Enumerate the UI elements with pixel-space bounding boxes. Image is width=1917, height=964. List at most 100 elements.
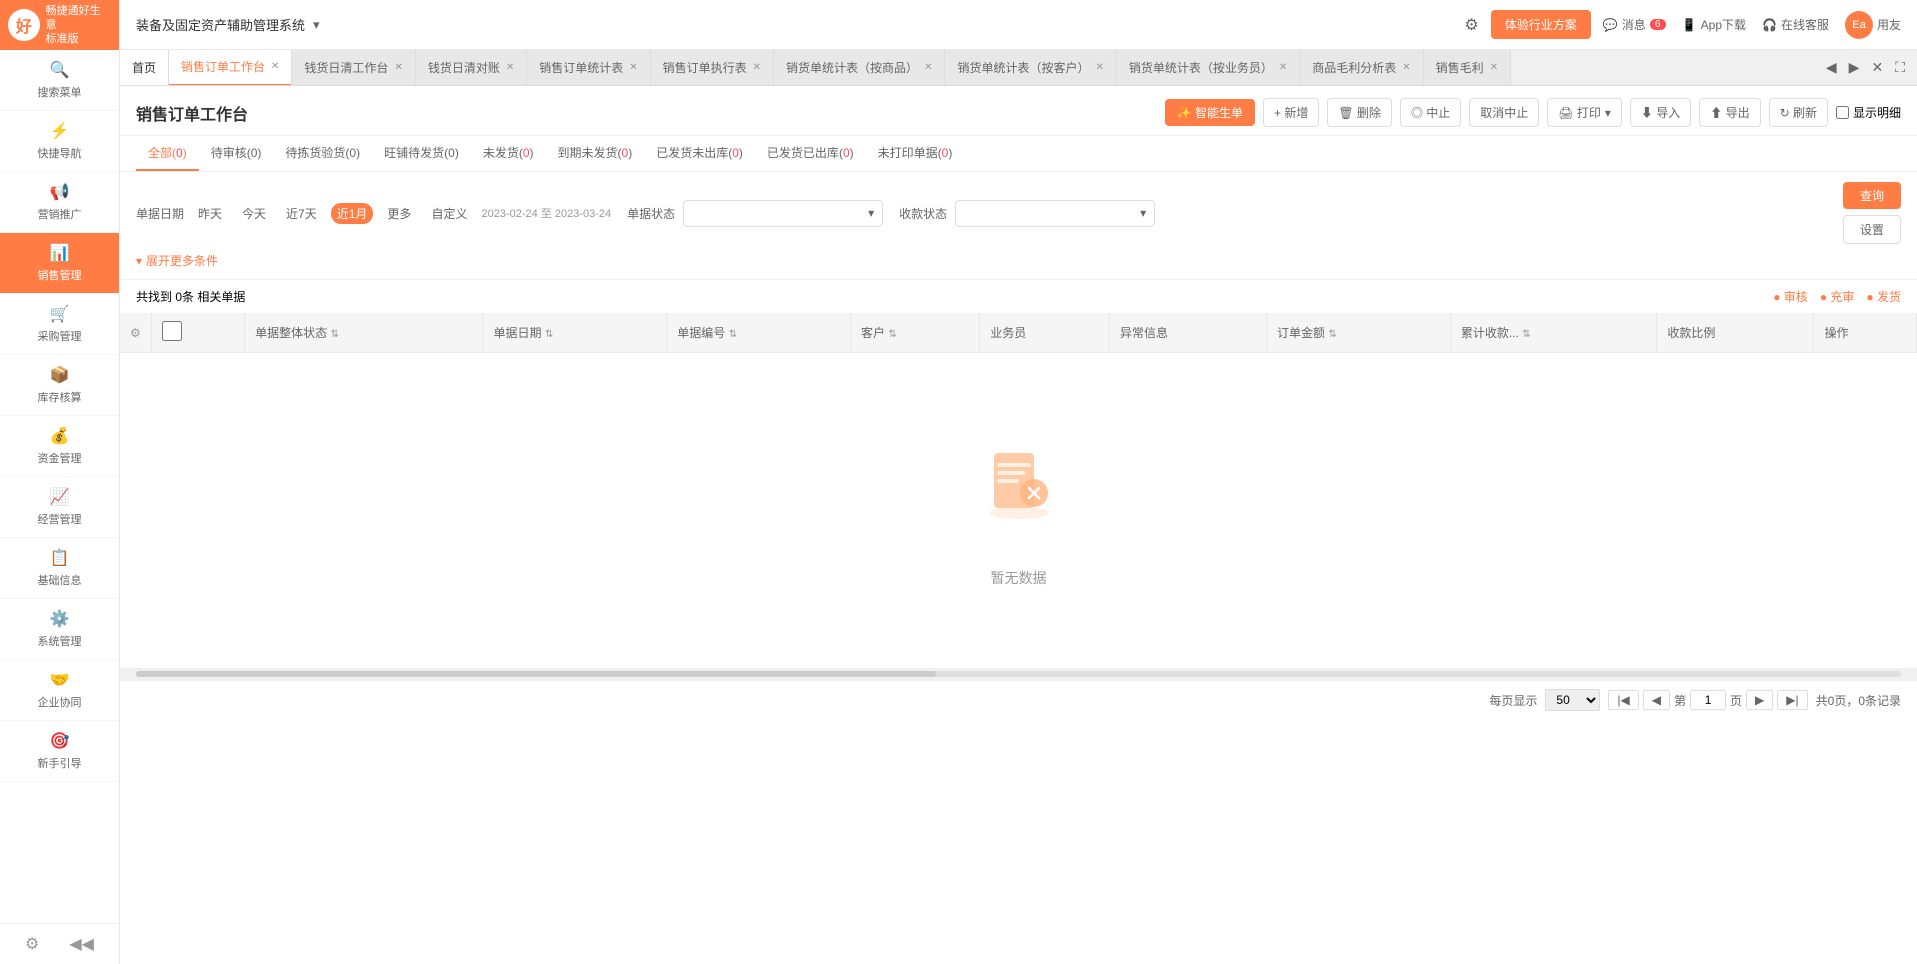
- page-prev-btn[interactable]: ◀: [1643, 690, 1670, 710]
- sidebar-item-sales[interactable]: 📊 销售管理: [0, 233, 119, 294]
- tab-sales-gross[interactable]: 销售毛利 ✕: [1424, 50, 1511, 86]
- tab-gross-profit-close[interactable]: ✕: [1402, 62, 1410, 73]
- sort-icon-date[interactable]: ⇅: [545, 329, 553, 340]
- sidebar-item-finance[interactable]: 💰 资金管理: [0, 416, 119, 477]
- tab-sales-workbench[interactable]: 销售订单工作台 ✕: [169, 50, 292, 86]
- show-detail-checkbox[interactable]: [1836, 106, 1849, 119]
- tab-sales-exec-close[interactable]: ✕: [753, 62, 761, 73]
- page-next-btn[interactable]: ▶: [1746, 690, 1773, 710]
- col-checkbox[interactable]: [151, 313, 244, 353]
- tab-sales-gross-close[interactable]: ✕: [1490, 62, 1498, 73]
- tab-sales-summary-customer[interactable]: 销货单统计表（按客户） ✕: [945, 50, 1116, 86]
- sort-icon-status[interactable]: ⇅: [330, 329, 338, 340]
- expand-filter-btn[interactable]: ▾ 展开更多条件: [136, 252, 218, 269]
- refresh-btn[interactable]: ↻ 刷新: [1769, 98, 1828, 127]
- page-last-btn[interactable]: ▶|: [1777, 690, 1807, 710]
- tab-home[interactable]: 首页: [120, 50, 169, 86]
- date-btn-yesterday[interactable]: 昨天: [192, 203, 228, 224]
- topbar-settings-btn[interactable]: ⚙: [1464, 15, 1478, 35]
- subtab-not-printed[interactable]: 未打印单据(0): [866, 136, 965, 171]
- tab-sales-workbench-close[interactable]: ✕: [271, 61, 279, 72]
- app-download-btn[interactable]: 📱 App下载: [1682, 16, 1746, 33]
- setting-btn[interactable]: 设置: [1843, 215, 1901, 244]
- page-first-btn[interactable]: |◀: [1608, 690, 1638, 710]
- tab-sales-stat-close[interactable]: ✕: [629, 62, 637, 73]
- tab-sales-summary-product[interactable]: 销货单统计表（按商品） ✕: [774, 50, 945, 86]
- tab-sales-summary-customer-close[interactable]: ✕: [1095, 62, 1103, 73]
- date-btn-1month[interactable]: 近1月: [331, 203, 374, 224]
- horizontal-scrollbar[interactable]: [120, 668, 1917, 680]
- tab-cash-reconcile-close[interactable]: ✕: [506, 62, 514, 73]
- sidebar-item-operation[interactable]: 📈 经营管理: [0, 477, 119, 538]
- sort-icon-collected[interactable]: ⇅: [1522, 329, 1530, 340]
- online-service-btn[interactable]: 🎧 在线客服: [1762, 16, 1829, 33]
- tab-sales-gross-label: 销售毛利: [1436, 59, 1484, 76]
- subtab-overdue-not-shipped[interactable]: 到期未发货(0): [546, 136, 645, 171]
- page-title: 销售订单工作台: [136, 101, 248, 125]
- subtab-shipped-not-out[interactable]: 已发货未出库(0): [644, 136, 755, 171]
- sidebar-settings-btn[interactable]: ⚙: [25, 934, 39, 954]
- sort-icon-customer[interactable]: ⇅: [888, 329, 896, 340]
- subtab-pending-review[interactable]: 待审核(0): [199, 136, 274, 171]
- ship-btn[interactable]: ● 发货: [1866, 288, 1901, 305]
- sort-icon-amount[interactable]: ⇅: [1328, 329, 1336, 340]
- system-dropdown-btn[interactable]: ▾: [313, 17, 320, 33]
- query-btn[interactable]: 查询: [1843, 182, 1901, 209]
- subtab-pending-inspect[interactable]: 待拣货验货(0): [273, 136, 372, 171]
- industry-btn[interactable]: 体验行业方案: [1491, 10, 1591, 39]
- tab-sales-exec[interactable]: 销售订单执行表 ✕: [651, 50, 774, 86]
- audit-btn[interactable]: ● 审核: [1773, 288, 1808, 305]
- delete-btn[interactable]: 🗑 删除: [1327, 98, 1392, 127]
- sidebar-item-system[interactable]: ⚙️ 系统管理: [0, 599, 119, 660]
- sidebar-item-inventory[interactable]: 📦 库存核算: [0, 355, 119, 416]
- col-settings[interactable]: ⚙: [120, 313, 151, 353]
- export-btn[interactable]: ⬆ 导出: [1699, 98, 1760, 127]
- tab-scroll-left-btn[interactable]: ◀: [1822, 57, 1841, 78]
- smart-generate-btn[interactable]: ✨ 智能生单: [1165, 99, 1255, 126]
- tab-gross-profit[interactable]: 商品毛利分析表 ✕: [1300, 50, 1423, 86]
- date-btn-7days[interactable]: 近7天: [280, 203, 323, 224]
- col-settings-icon[interactable]: ⚙: [130, 326, 141, 340]
- sidebar-item-basic[interactable]: 📋 基础信息: [0, 538, 119, 599]
- sidebar-collapse-btn[interactable]: ◀◀: [69, 934, 94, 954]
- tab-sales-summary-staff-close[interactable]: ✕: [1279, 62, 1287, 73]
- print-btn[interactable]: 🖨 打印 ▾: [1547, 98, 1622, 127]
- tab-scroll-right-btn[interactable]: ▶: [1845, 57, 1864, 78]
- sort-icon-number[interactable]: ⇅: [729, 329, 737, 340]
- anti-audit-btn[interactable]: ● 充审: [1820, 288, 1855, 305]
- tab-expand-btn[interactable]: ⛶: [1891, 57, 1909, 78]
- date-btn-more[interactable]: 更多: [381, 203, 417, 224]
- sidebar-item-guide[interactable]: 🎯 新手引导: [0, 721, 119, 782]
- tab-sales-stat[interactable]: 销售订单统计表 ✕: [527, 50, 650, 86]
- user-menu-btn[interactable]: Ea 用友: [1845, 11, 1901, 39]
- subtab-shipped-out[interactable]: 已发货已出库(0): [755, 136, 866, 171]
- subtab-not-shipped[interactable]: 未发货(0): [471, 136, 546, 171]
- sidebar-item-quick-nav[interactable]: ⚡ 快捷导航: [0, 111, 119, 172]
- page-input[interactable]: [1690, 690, 1726, 710]
- select-all-checkbox[interactable]: [162, 321, 182, 341]
- tab-cash-daily-close[interactable]: ✕: [394, 62, 402, 73]
- date-btn-today[interactable]: 今天: [236, 203, 272, 224]
- sidebar-item-search[interactable]: 🔍 搜索菜单: [0, 50, 119, 111]
- tab-cash-daily[interactable]: 钱货日清工作台 ✕: [292, 50, 415, 86]
- cancel-stop-btn[interactable]: 取消中止: [1469, 98, 1539, 127]
- show-detail-checkbox-label[interactable]: 显示明细: [1836, 104, 1901, 121]
- per-page-select[interactable]: 50 100 200: [1545, 689, 1600, 711]
- scrollbar-thumb[interactable]: [136, 671, 936, 677]
- sidebar-item-purchase[interactable]: 🛒 采购管理: [0, 294, 119, 355]
- subtab-all[interactable]: 全部(0): [136, 136, 199, 171]
- status-select[interactable]: ▾: [683, 200, 883, 227]
- tab-sales-summary-product-close[interactable]: ✕: [924, 62, 932, 73]
- subtab-wangpu-pending[interactable]: 旺铺待发货(0): [372, 136, 471, 171]
- tab-close-all-btn[interactable]: ✕: [1867, 57, 1887, 78]
- sidebar-item-enterprise[interactable]: 🤝 企业协同: [0, 660, 119, 721]
- payment-select[interactable]: ▾: [955, 200, 1155, 227]
- message-btn[interactable]: 💬 消息 6: [1603, 16, 1666, 33]
- date-btn-custom[interactable]: 自定义: [425, 203, 473, 224]
- tab-cash-reconcile[interactable]: 钱货日清对账 ✕: [416, 50, 527, 86]
- stop-btn[interactable]: ◎ 中止: [1400, 98, 1461, 127]
- add-btn[interactable]: + 新增: [1263, 98, 1319, 127]
- tab-sales-summary-staff[interactable]: 销货单统计表（按业务员） ✕: [1117, 50, 1300, 86]
- sidebar-item-marketing[interactable]: 📢 营销推广: [0, 172, 119, 233]
- import-btn[interactable]: ⬇ 导入: [1630, 98, 1691, 127]
